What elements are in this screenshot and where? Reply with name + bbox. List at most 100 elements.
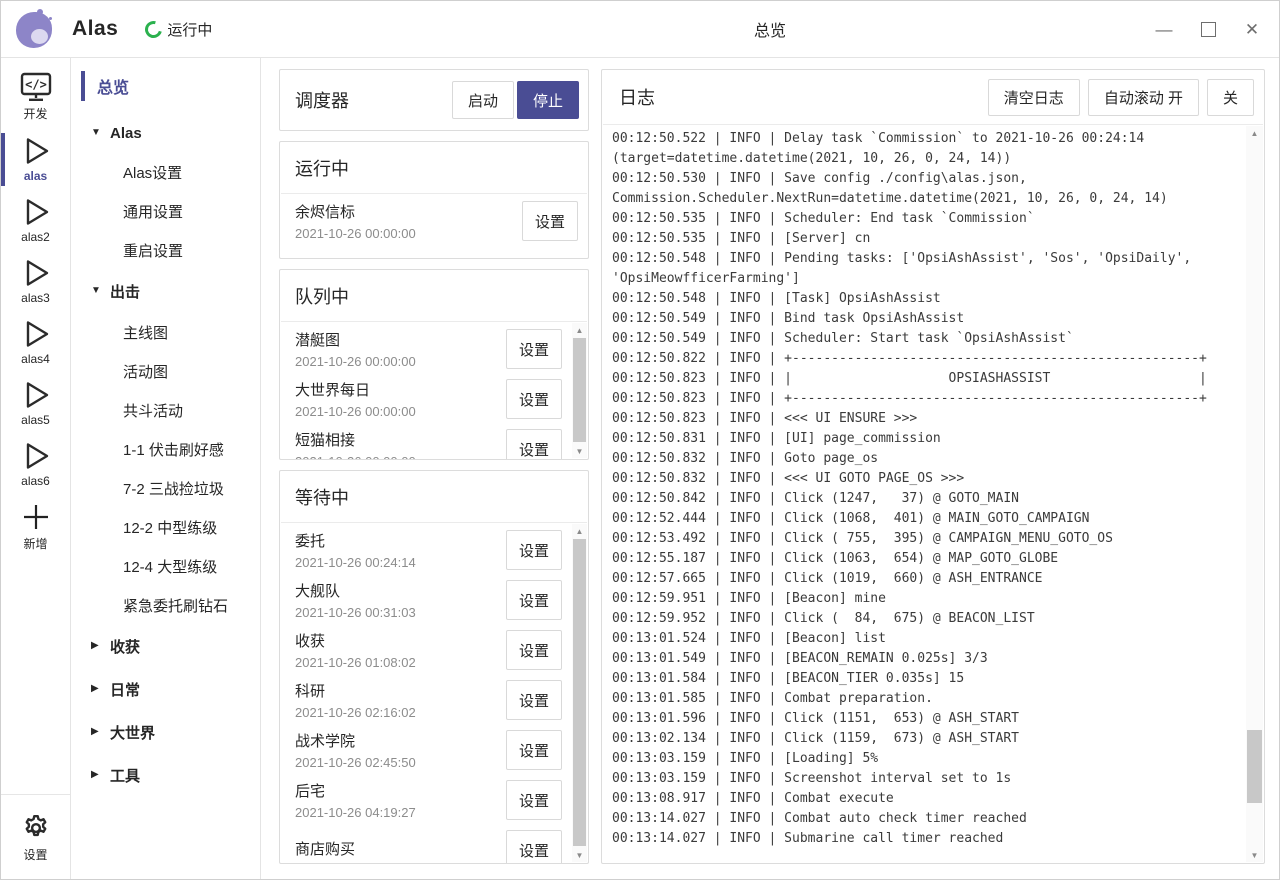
menu-item[interactable]: 主线图 [71, 313, 260, 352]
menu-item[interactable]: 12-2 中型练级 [71, 508, 260, 547]
scroll-down-icon[interactable]: ▼ [572, 444, 587, 458]
scroll-up-icon[interactable]: ▲ [572, 524, 587, 538]
menu-group: ▼ 出击 主线图活动图共斗活动1-1 伏击刷好感7-2 三战捡垃圾12-2 中型… [71, 270, 260, 625]
menu-sub-list: Alas设置通用设置重启设置 [71, 153, 260, 270]
menu-item[interactable]: 1-1 伏击刷好感 [71, 430, 260, 469]
task-setting-button[interactable]: 设置 [506, 780, 562, 820]
task-setting-button[interactable]: 设置 [506, 680, 562, 720]
scroll-down-icon[interactable]: ▼ [572, 848, 587, 862]
close-icon: ✕ [1245, 20, 1259, 40]
menu-item[interactable]: 活动图 [71, 352, 260, 391]
clear-log-button[interactable]: 清空日志 [988, 79, 1080, 116]
task-name: 收获 [295, 630, 416, 651]
task-time: 2021-10-26 00:00:00 [295, 454, 416, 459]
sidebar-instance-item[interactable]: alas2 [1, 189, 70, 250]
sidebar-instance-item[interactable]: 新增 [1, 494, 70, 558]
log-lines: 00:12:50.522 | INFO | Delay task `Commis… [612, 129, 1242, 859]
task-setting-button[interactable]: 设置 [506, 429, 562, 459]
sidebar-instance-item[interactable]: </> 开发 [1, 64, 70, 128]
menu-group-header[interactable]: ▶ 工具 [71, 754, 260, 797]
play-icon [21, 440, 51, 472]
log-panel: 日志 清空日志 自动滚动 开 关 00:12:50.522 | INFO | D… [601, 69, 1265, 864]
menu-item[interactable]: 重启设置 [71, 231, 260, 270]
log-scrollbar[interactable]: ▲ ▼ [1246, 126, 1263, 862]
task-row: 短猫相接 2021-10-26 00:00:00 设置 [280, 424, 572, 459]
maximize-icon [1201, 22, 1216, 37]
status-text: 运行中 [167, 19, 212, 40]
menu-item[interactable]: 共斗活动 [71, 391, 260, 430]
log-line: 00:13:01.584 | INFO | [BEACON_TIER 0.035… [612, 669, 1242, 689]
menu-item[interactable]: Alas设置 [71, 153, 260, 192]
menu-item[interactable]: 12-4 大型练级 [71, 547, 260, 586]
sidebar-item-settings[interactable]: 设置 [1, 805, 70, 869]
task-setting-button[interactable]: 设置 [506, 530, 562, 570]
menu-group-header[interactable]: ▼ Alas [71, 114, 260, 153]
scroll-up-icon[interactable]: ▲ [1246, 126, 1263, 140]
log-line: 00:13:01.549 | INFO | [BEACON_REMAIN 0.0… [612, 649, 1242, 669]
scroll-thumb[interactable] [1247, 730, 1262, 804]
menu-group-label: 日常 [110, 679, 140, 700]
queued-title: 队列中 [280, 270, 588, 321]
task-time: 2021-10-26 00:31:03 [295, 605, 416, 620]
task-row: 商店购买 设置 [280, 825, 572, 863]
task-name: 委托 [295, 530, 416, 551]
scroll-down-icon[interactable]: ▼ [1246, 848, 1263, 862]
sidebar-instance-item[interactable]: alas [1, 128, 70, 189]
content-area: 调度器 启动 停止 运行中 余烬信标 [261, 58, 1279, 879]
start-button[interactable]: 启动 [452, 81, 514, 119]
queued-scrollbar[interactable]: ▲ ▼ [572, 323, 587, 458]
close-button[interactable]: ✕ [1235, 13, 1269, 47]
menu-group-header[interactable]: ▶ 日常 [71, 668, 260, 711]
play-icon [21, 318, 51, 350]
maximize-button[interactable] [1191, 13, 1225, 47]
task-setting-button[interactable]: 设置 [506, 630, 562, 670]
stop-button[interactable]: 停止 [517, 81, 579, 119]
log-line: 00:12:50.822 | INFO | +-----------------… [612, 349, 1242, 369]
task-setting-button[interactable]: 设置 [506, 830, 562, 863]
log-line: 00:13:01.585 | INFO | Combat preparation… [612, 689, 1242, 709]
task-name: 战术学院 [295, 730, 416, 751]
scroll-thumb[interactable] [573, 338, 586, 442]
scroll-up-icon[interactable]: ▲ [572, 323, 587, 337]
task-setting-button[interactable]: 设置 [506, 730, 562, 770]
menu-item[interactable]: 紧急委托刷钻石 [71, 586, 260, 625]
instance-label: alas5 [21, 413, 50, 427]
task-row: 余烬信标 2021-10-26 00:00:00 设置 [280, 196, 588, 246]
task-name: 大舰队 [295, 580, 416, 601]
sidebar-instance-item[interactable]: alas3 [1, 250, 70, 311]
autoscroll-on-button[interactable]: 自动滚动 开 [1088, 79, 1199, 116]
log-line: 00:12:59.952 | INFO | Click ( 84, 675) @… [612, 609, 1242, 629]
scheduler-panel: 调度器 启动 停止 [279, 69, 589, 131]
menu-group-header[interactable]: ▶ 大世界 [71, 711, 260, 754]
sidebar-instance-item[interactable]: alas5 [1, 372, 70, 433]
log-line: 00:12:59.951 | INFO | [Beacon] mine [612, 589, 1242, 609]
menu-group-header[interactable]: ▼ 出击 [71, 270, 260, 313]
task-setting-button[interactable]: 设置 [506, 329, 562, 369]
instance-list: </> 开发 alas alas2 alas3 alas4 [1, 64, 70, 558]
task-row: 后宅 2021-10-26 04:19:27 设置 [280, 775, 572, 825]
menu-item[interactable]: 7-2 三战捡垃圾 [71, 469, 260, 508]
scroll-thumb[interactable] [573, 539, 586, 846]
minimize-button[interactable]: — [1147, 13, 1181, 47]
log-title: 日志 [619, 84, 655, 110]
menu-item[interactable]: 通用设置 [71, 192, 260, 231]
task-setting-button[interactable]: 设置 [506, 580, 562, 620]
menu-group-header[interactable]: ▶ 收获 [71, 625, 260, 668]
log-line: 00:12:53.492 | INFO | Click ( 755, 395) … [612, 529, 1242, 549]
waiting-scrollbar[interactable]: ▲ ▼ [572, 524, 587, 862]
autoscroll-off-button[interactable]: 关 [1207, 79, 1254, 116]
log-line: 00:12:50.823 | INFO | <<< UI ENSURE >>> [612, 409, 1242, 429]
scheduler-column: 调度器 启动 停止 运行中 余烬信标 [279, 69, 589, 864]
task-time: 2021-10-26 00:00:00 [295, 226, 416, 241]
sidebar-instance-item[interactable]: alas4 [1, 311, 70, 372]
task-meta: 短猫相接 2021-10-26 00:00:00 [295, 429, 416, 459]
log-line: 00:13:08.917 | INFO | Combat execute [612, 789, 1242, 809]
log-line: 00:12:50.831 | INFO | [UI] page_commissi… [612, 429, 1242, 449]
task-setting-button[interactable]: 设置 [522, 201, 578, 241]
menu-item-overview[interactable]: 总览 [71, 68, 260, 104]
instance-label: 开发 [23, 105, 47, 122]
task-setting-button[interactable]: 设置 [506, 379, 562, 419]
task-row: 科研 2021-10-26 02:16:02 设置 [280, 675, 572, 725]
sidebar-instance-item[interactable]: alas6 [1, 433, 70, 494]
log-line: 00:12:50.549 | INFO | Bind task OpsiAshA… [612, 309, 1242, 329]
